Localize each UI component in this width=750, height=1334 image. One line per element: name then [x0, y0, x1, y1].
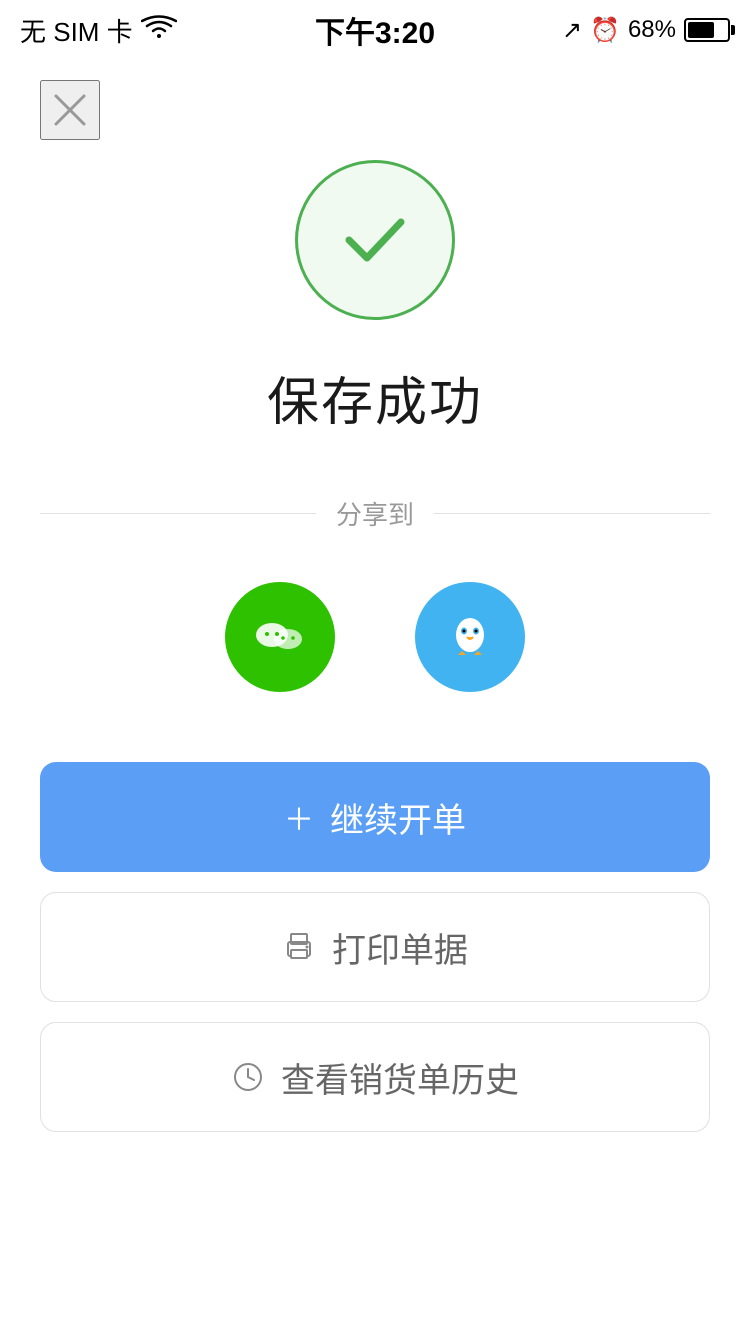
divider-right	[434, 513, 710, 514]
close-button[interactable]	[40, 80, 100, 140]
history-button[interactable]: 查看销货单历史	[40, 1022, 710, 1132]
carrier-text: 无 SIM 卡	[20, 12, 133, 49]
divider-left	[40, 513, 316, 514]
share-buttons-container	[225, 582, 525, 692]
status-bar: 无 SIM 卡 下午3:20 ↗ ⏰ 68%	[0, 0, 750, 60]
history-label: 查看销货单历史	[281, 1053, 519, 1102]
battery-text: 68%	[628, 16, 676, 44]
alarm-icon: ⏰	[590, 16, 620, 45]
status-time: 下午3:20	[315, 8, 435, 52]
continue-order-button[interactable]: ＋ 继续开单	[40, 762, 710, 872]
close-icon	[52, 92, 88, 128]
success-circle	[295, 160, 455, 320]
success-title: 保存成功	[267, 360, 483, 435]
wechat-icon	[250, 607, 310, 667]
print-label: 打印单据	[332, 923, 468, 972]
share-qq-button[interactable]	[415, 582, 525, 692]
continue-order-label: 继续开单	[330, 793, 466, 842]
action-buttons-container: ＋ 继续开单 打印单据	[40, 762, 710, 1132]
share-wechat-button[interactable]	[225, 582, 335, 692]
print-button[interactable]: 打印单据	[40, 892, 710, 1002]
location-icon: ↗	[562, 16, 582, 45]
check-icon	[335, 198, 415, 283]
battery-fill	[688, 22, 714, 38]
wifi-icon	[141, 14, 177, 47]
status-right: ↗ ⏰ 68%	[562, 16, 730, 45]
qq-icon	[440, 607, 500, 667]
share-divider: 分享到	[40, 495, 710, 532]
status-left: 无 SIM 卡	[20, 12, 177, 49]
battery-icon	[684, 18, 730, 42]
plus-icon: ＋	[284, 795, 314, 839]
printer-icon	[282, 930, 316, 964]
share-label: 分享到	[336, 495, 414, 532]
clock-icon	[231, 1060, 265, 1094]
main-content: 保存成功 分享到	[0, 60, 750, 1334]
